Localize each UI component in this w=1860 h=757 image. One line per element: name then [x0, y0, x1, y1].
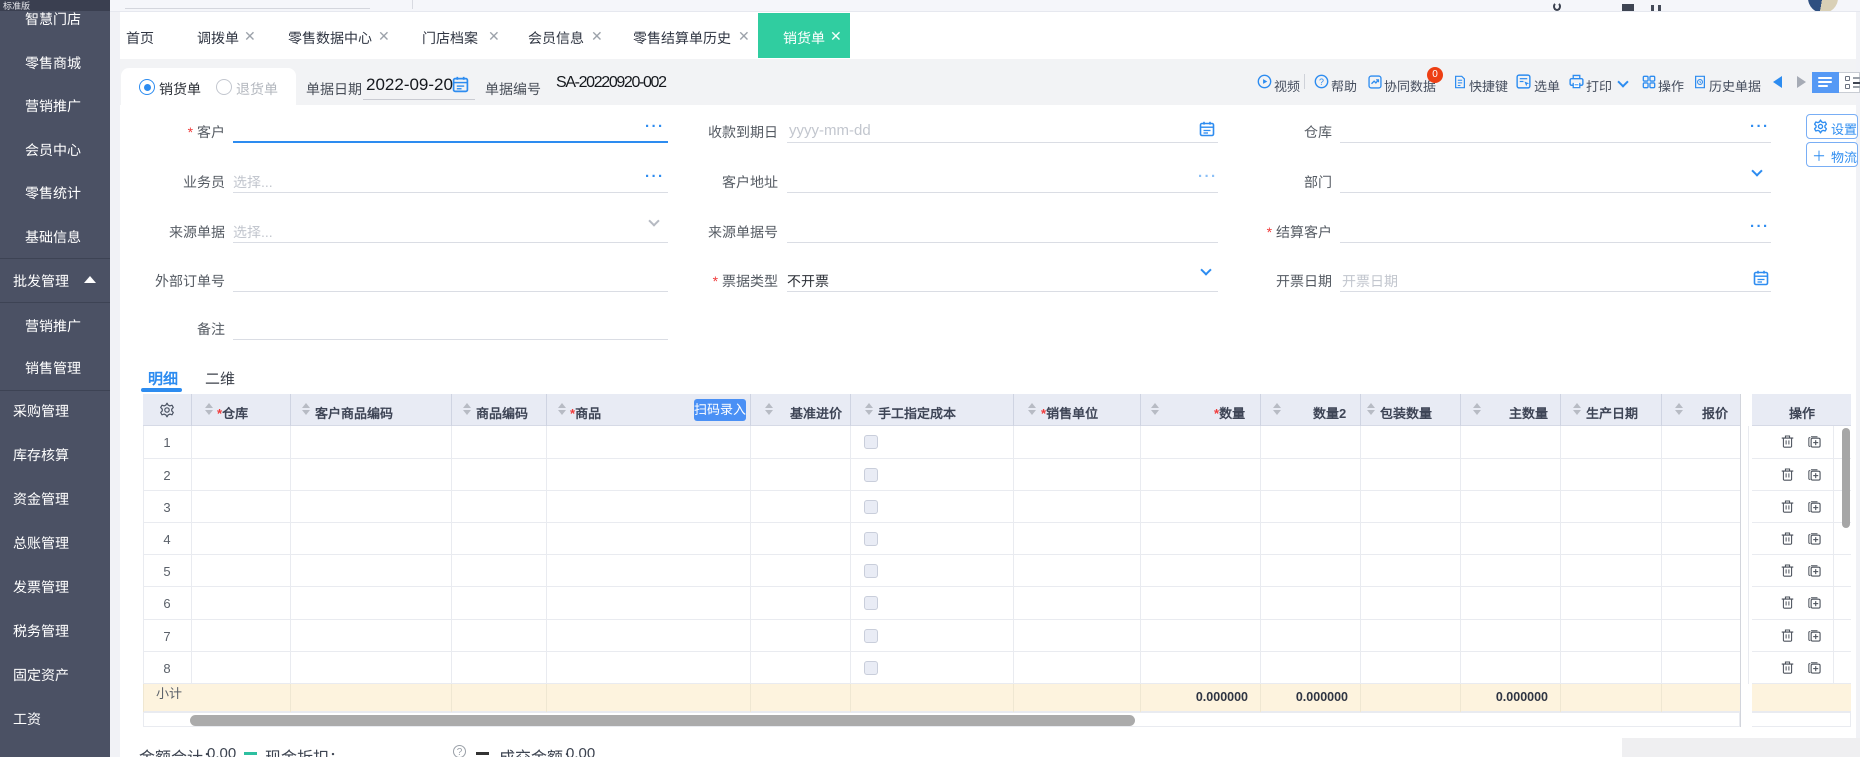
svg-text:?: ? [1319, 77, 1324, 87]
